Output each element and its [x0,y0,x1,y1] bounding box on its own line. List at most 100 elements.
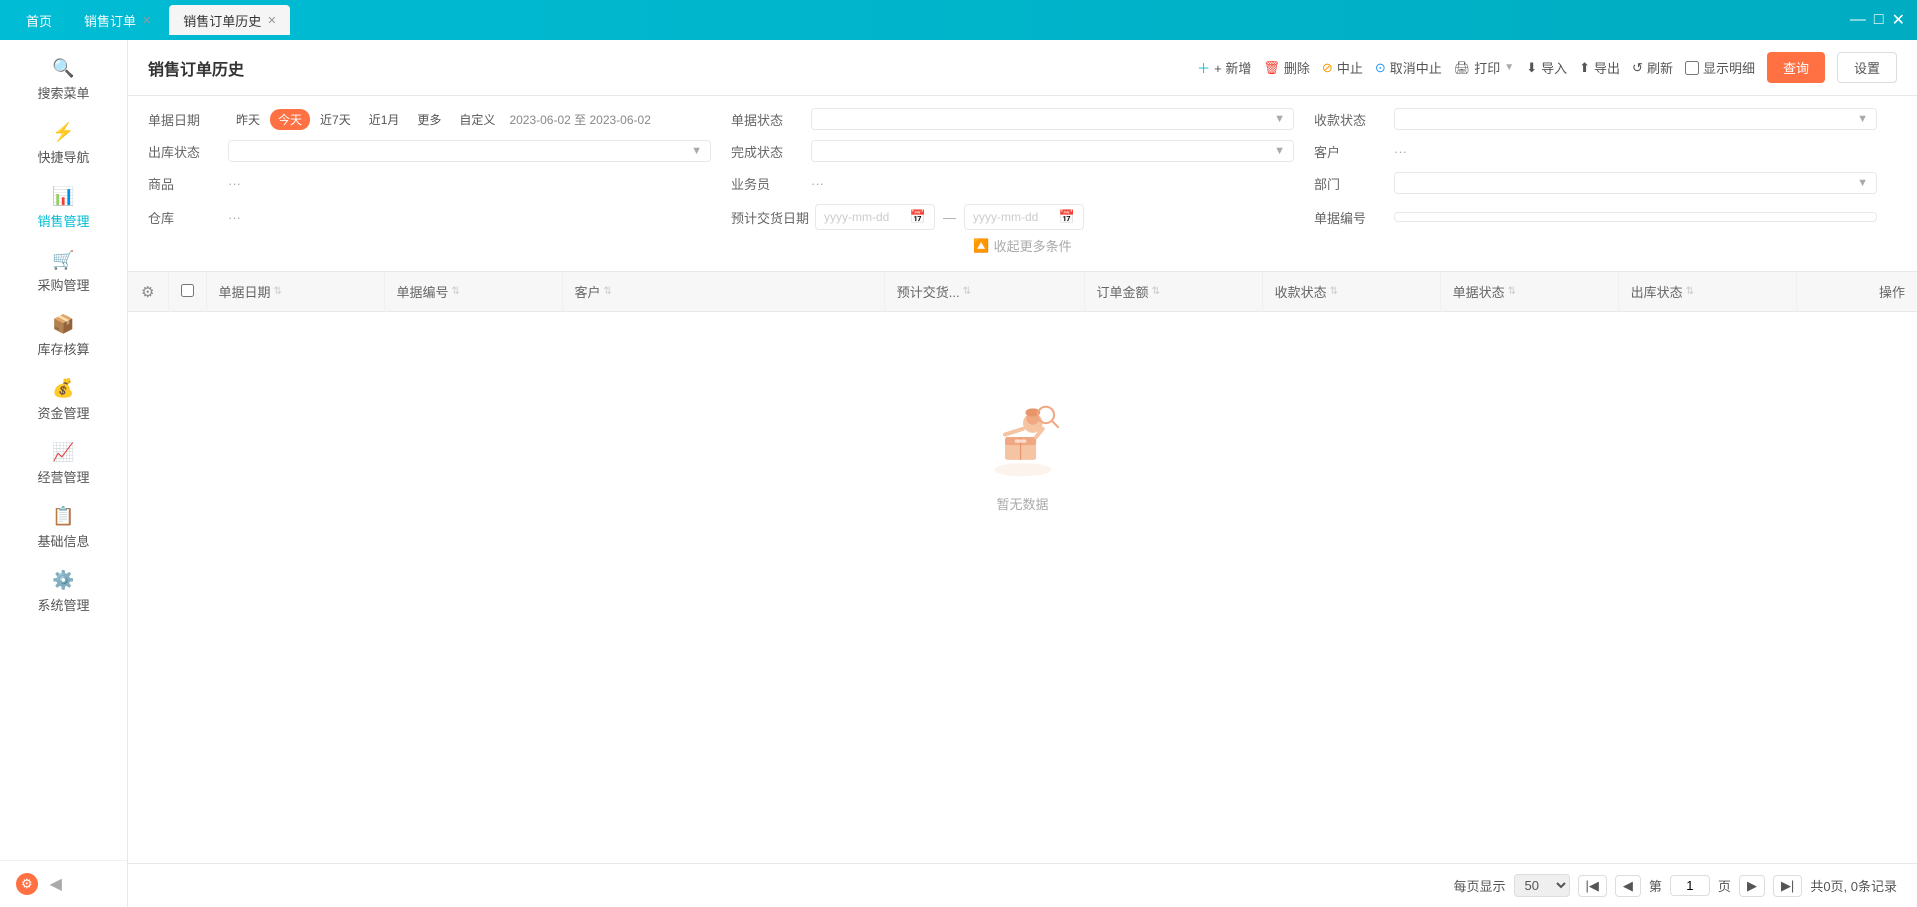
table-gear-icon[interactable]: ⚙ [141,284,154,301]
basic-info-icon: 📋 [52,506,74,527]
receipt-status-select[interactable]: ▼ [1394,108,1877,130]
data-table: ⚙ 单据日期 ⇅ 单据编号 [128,272,1917,312]
filter-cell-product: 商品 ··· [148,172,731,194]
settings-button[interactable]: 设置 [1837,52,1897,83]
customer-more-btn[interactable]: ··· [1394,144,1407,159]
date-btn-7days[interactable]: 近7天 [312,109,359,130]
sidebar-item-sales-mgmt[interactable]: 📊 销售管理 [0,176,127,240]
filter-cell-warehouse: 仓库 ··· [148,204,731,230]
sort-outbound-icon[interactable]: ⇅ [1686,286,1694,297]
sort-amount-icon[interactable]: ⇅ [1152,286,1160,297]
sales-mgmt-icon: 📊 [52,186,74,207]
close-sales-history-icon[interactable]: ✕ [267,14,276,27]
tab-home[interactable]: 首页 [12,5,66,35]
filter-row-3: 商品 ··· 业务员 ··· 部门 ▼ [148,172,1897,194]
import-icon: ⬇ [1526,60,1537,76]
sort-delivery-icon[interactable]: ⇅ [963,286,971,297]
show-detail-checkbox[interactable] [1685,61,1699,75]
sidebar-item-sys-mgmt[interactable]: ⚙️ 系统管理 [0,560,127,624]
sidebar-settings-icon[interactable]: ⚙ [16,873,38,895]
per-page-label: 每页显示 [1454,876,1506,895]
empty-text: 暂无数据 [996,494,1048,513]
sidebar-collapse-icon[interactable]: ◀ [50,874,62,894]
sidebar: 🔍 搜索菜单 ⚡ 快捷导航 📊 销售管理 🛒 采购管理 📦 库存核算 💰 资金管… [0,40,128,907]
collapse-bar[interactable]: 🔼 收起更多条件 [148,230,1897,259]
table-header: ⚙ 单据日期 ⇅ 单据编号 [128,272,1917,312]
empty-state: 暂无数据 [128,312,1917,593]
tab-sales-history[interactable]: 销售订单历史 ✕ [169,5,290,35]
maximize-icon[interactable]: □ [1874,11,1884,29]
order-status-select[interactable]: ▼ [811,108,1294,130]
cancel-stop-icon: ⊙ [1375,60,1386,76]
completion-select[interactable]: ▼ [811,140,1294,162]
date-separator: — [943,210,956,225]
delivery-date-label: 预计交货日期 [731,208,811,227]
window-close-icon[interactable]: ✕ [1892,10,1905,30]
outbound-select[interactable]: ▼ [228,140,711,162]
date-btn-more[interactable]: 更多 [409,109,449,130]
import-button[interactable]: ⬇ 导入 [1526,58,1567,77]
date-range-display: 2023-06-02 至 2023-06-02 [509,111,650,128]
department-select[interactable]: ▼ [1394,172,1877,194]
show-detail-toggle[interactable]: 显示明细 [1685,58,1755,77]
sidebar-item-basic-info[interactable]: 📋 基础信息 [0,496,127,560]
product-more-btn[interactable]: ··· [228,176,241,191]
last-page-button[interactable]: ▶| [1773,875,1802,897]
date-btn-yesterday[interactable]: 昨天 [228,109,268,130]
date-btn-1month[interactable]: 近1月 [361,109,408,130]
order-no-input[interactable] [1394,212,1877,222]
sidebar-item-capital-mgmt[interactable]: 💰 资金管理 [0,368,127,432]
refresh-button[interactable]: ↺ 刷新 [1632,58,1673,77]
sidebar-item-inventory[interactable]: 📦 库存核算 [0,304,127,368]
th-receipt-status: 收款状态 ⇅ [1262,272,1440,312]
sort-receipt-icon[interactable]: ⇅ [1330,286,1338,297]
th-date: 单据日期 ⇅ [206,272,384,312]
date-btn-custom[interactable]: 自定义 [451,109,503,130]
sort-no-icon[interactable]: ⇅ [452,286,460,297]
query-button[interactable]: 查询 [1767,52,1825,83]
close-sales-order-icon[interactable]: ✕ [142,14,151,27]
sort-customer-icon[interactable]: ⇅ [604,286,612,297]
outbound-arrow-icon: ▼ [691,145,702,157]
page-title: 销售订单历史 [148,56,1197,80]
filter-cell-department: 部门 ▼ [1314,172,1897,194]
quick-nav-icon: ⚡ [52,122,74,143]
add-icon: ＋ [1197,58,1210,77]
minimize-icon[interactable]: — [1850,11,1866,29]
date-btn-today[interactable]: 今天 [270,109,310,130]
select-all-checkbox[interactable] [181,284,194,297]
delete-button[interactable]: 🗑 删除 [1263,58,1310,77]
th-amount: 订单金额 ⇅ [1084,272,1262,312]
th-delivery: 预计交货... ⇅ [884,272,1084,312]
filter-cell-date: 单据日期 昨天 今天 近7天 近1月 更多 自定义 2023-06-02 至 2… [148,108,731,130]
stop-button[interactable]: ⊘ 中止 [1322,58,1363,77]
tab-sales-order[interactable]: 销售订单 ✕ [70,5,165,35]
first-page-button[interactable]: |◀ [1578,875,1607,897]
sort-order-status-icon[interactable]: ⇅ [1508,286,1516,297]
sidebar-item-purchase-mgmt[interactable]: 🛒 采购管理 [0,240,127,304]
print-icon: 🖨 [1454,60,1471,76]
delivery-date-to-input[interactable]: yyyy-mm-dd 📅 [964,204,1084,230]
add-button[interactable]: ＋ + 新增 [1197,58,1251,77]
delivery-date-from-input[interactable]: yyyy-mm-dd 📅 [815,204,935,230]
prev-page-button[interactable]: ◀ [1615,875,1641,897]
sidebar-item-quick-nav[interactable]: ⚡ 快捷导航 [0,112,127,176]
toolbar: ＋ + 新增 🗑 删除 ⊘ 中止 ⊙ 取消中止 [1197,52,1897,83]
filter-cell-order-no: 单据编号 [1314,204,1897,230]
next-page-button[interactable]: ▶ [1739,875,1765,897]
warehouse-more-btn[interactable]: ··· [228,210,241,225]
filter-cell-customer: 客户 ··· [1314,140,1897,162]
sort-date-icon[interactable]: ⇅ [274,286,282,297]
page-input[interactable] [1670,875,1710,896]
cancel-stop-button[interactable]: ⊙ 取消中止 [1375,58,1442,77]
sidebar-item-search-menu[interactable]: 🔍 搜索菜单 [0,48,127,112]
print-button[interactable]: 🖨 打印 ▼ [1454,58,1514,77]
filter-cell-delivery-date: 预计交货日期 yyyy-mm-dd 📅 — yyyy-mm-dd 📅 [731,204,1314,230]
per-page-select[interactable]: 50 10 20 100 [1514,874,1570,897]
sidebar-item-operations[interactable]: 📈 经营管理 [0,432,127,496]
main-layout: 🔍 搜索菜单 ⚡ 快捷导航 📊 销售管理 🛒 采购管理 📦 库存核算 💰 资金管… [0,40,1917,907]
completion-label: 完成状态 [731,142,811,161]
salesperson-more-btn[interactable]: ··· [811,176,824,191]
export-button[interactable]: ⬆ 导出 [1579,58,1620,77]
th-order-status: 单据状态 ⇅ [1440,272,1618,312]
